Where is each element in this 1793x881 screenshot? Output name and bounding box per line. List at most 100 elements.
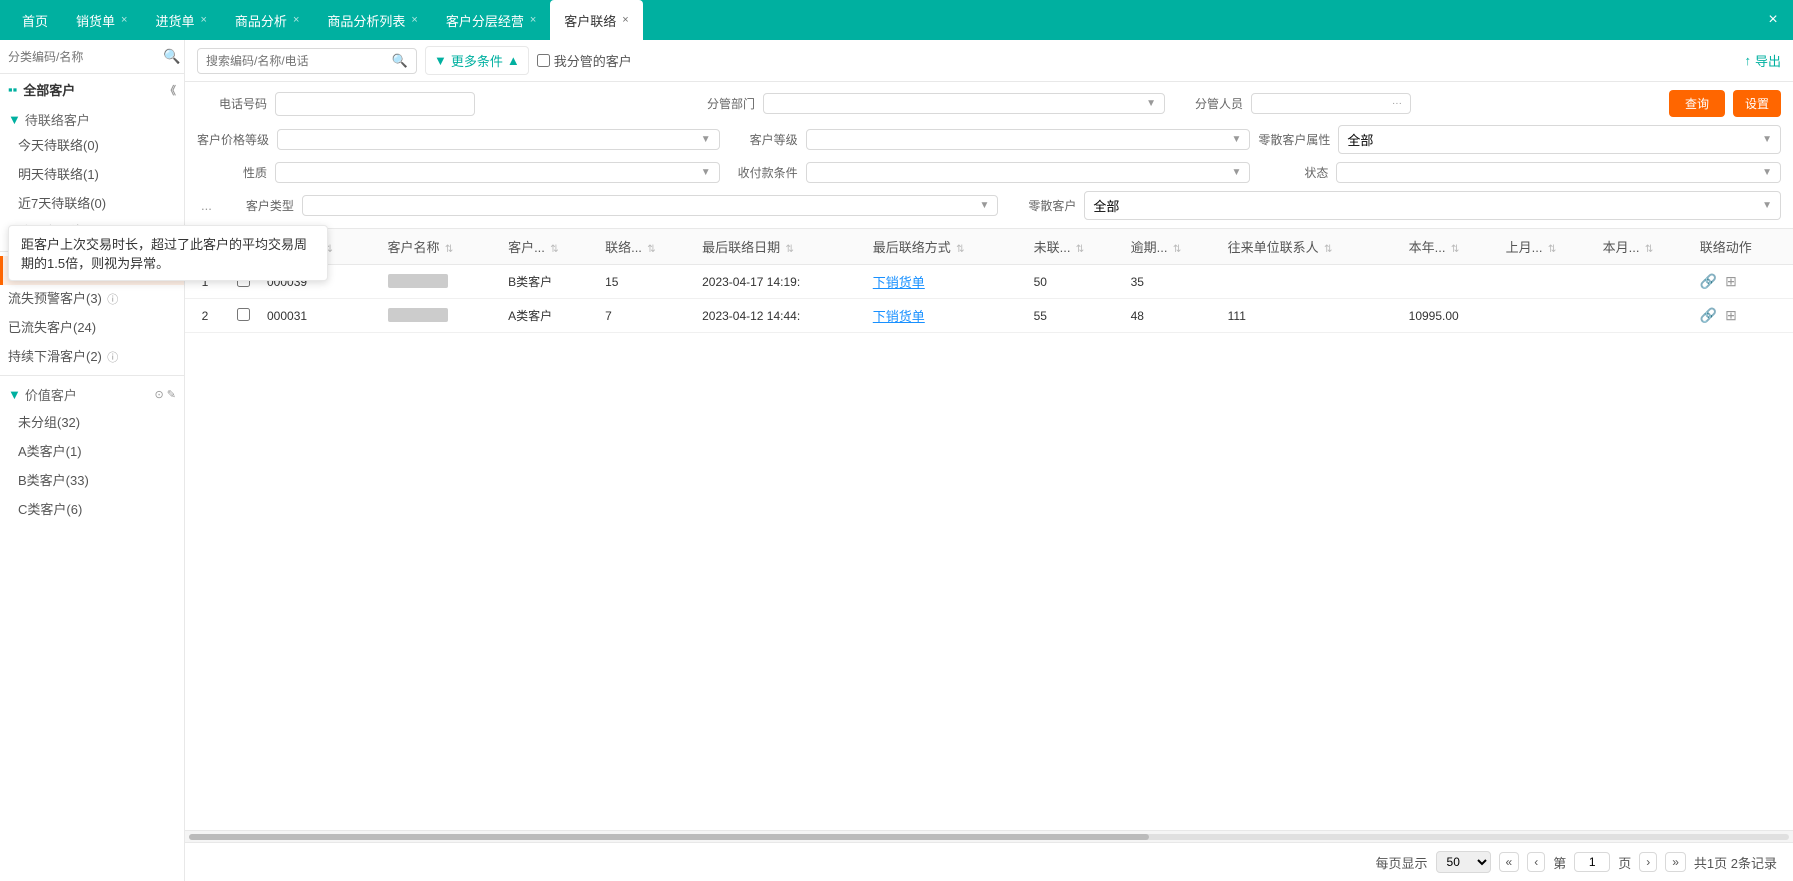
scrollbar-thumb[interactable]	[189, 834, 1149, 840]
status-select[interactable]: ▼	[1336, 162, 1781, 183]
col-header-contacts[interactable]: 联络... ⇅	[599, 229, 696, 265]
sidebar-item-ungrouped[interactable]: 未分组(32)	[0, 409, 184, 438]
more-conditions-button[interactable]: ▼ 更多条件 ▲	[425, 46, 529, 75]
close-tab-purchase[interactable]: ×	[200, 14, 206, 26]
sidebar-item-continuing-down[interactable]: 持续下滑客户(2) ⓘ	[0, 343, 184, 372]
sidebar-search-icon[interactable]: 🔍	[163, 48, 180, 65]
last-page-button[interactable]: »	[1665, 852, 1686, 872]
row-last-method-link[interactable]: 下销货单	[873, 275, 925, 290]
col-header-contact-person[interactable]: 往来单位联系人 ⇅	[1222, 229, 1403, 265]
row-checkbox-cell	[225, 299, 261, 333]
price-level-select[interactable]: ▼	[277, 129, 720, 150]
retail-attr-select[interactable]: 全部 ▼	[1338, 125, 1781, 154]
row-name	[382, 265, 503, 299]
phone-input[interactable]	[275, 92, 475, 116]
col-header-this-year[interactable]: 本年... ⇅	[1403, 229, 1500, 265]
close-tab-customer-contact[interactable]: ×	[622, 14, 628, 26]
branch-dept-select[interactable]: ▼	[763, 93, 1165, 114]
sidebar-item-b-class[interactable]: B类客户(33)	[0, 467, 184, 496]
table-header-row: ⚙ 客户编码 ⇅ 客户名称 ⇅	[185, 229, 1793, 265]
settings-button[interactable]: 设置	[1733, 90, 1781, 117]
row-checkbox[interactable]	[237, 308, 250, 321]
sidebar-item-lost-prediction[interactable]: 流失预警客户(3) ⓘ	[0, 285, 184, 314]
branch-person-select[interactable]: ···	[1251, 93, 1411, 114]
more-filters-dots[interactable]: ...	[201, 198, 212, 213]
sidebar-value-group[interactable]: ▼ 价值客户 ⊙ ✎	[0, 380, 184, 409]
prev-page-button[interactable]: ‹	[1527, 852, 1545, 872]
per-page-select[interactable]: 50 100	[1436, 851, 1491, 873]
nav-tab-home[interactable]: 首页	[8, 0, 62, 40]
col-header-this-month[interactable]: 本月... ⇅	[1597, 229, 1694, 265]
my-customers-checkbox-wrapper[interactable]: 我分管的客户	[537, 51, 632, 70]
row-last-method-link[interactable]: 下销货单	[873, 309, 925, 324]
page-input[interactable]	[1574, 852, 1610, 872]
row-this-year	[1403, 265, 1500, 299]
filter-row-3: 性质 ▼ 收付款条件 ▼ 状态	[197, 162, 1781, 183]
row-actions: 🔗 ⊞	[1694, 265, 1793, 299]
sort-icon-not-contacted: ⇅	[1076, 244, 1084, 255]
sidebar-all-customers[interactable]: ▪▪ 全部客户 《	[0, 74, 184, 105]
row-this-month	[1597, 299, 1694, 333]
search-input[interactable]	[206, 54, 392, 68]
row-this-month	[1597, 265, 1694, 299]
nav-tab-analysis-list[interactable]: 商品分析列表 ×	[313, 0, 431, 40]
action-grid-icon[interactable]: ⊞	[1725, 307, 1737, 324]
col-header-last-month[interactable]: 上月... ⇅	[1500, 229, 1597, 265]
retail-customer-select[interactable]: 全部 ▼	[1084, 191, 1781, 220]
close-tab-sales[interactable]: ×	[121, 14, 127, 26]
col-header-not-contacted[interactable]: 未联... ⇅	[1028, 229, 1125, 265]
nav-tab-analysis[interactable]: 商品分析 ×	[221, 0, 313, 40]
query-button[interactable]: 查询	[1669, 90, 1725, 117]
sidebar-item-7days[interactable]: 近7天待联络(0)	[0, 190, 184, 219]
sidebar-item-today[interactable]: 今天待联络(0)	[0, 132, 184, 161]
col-header-last-method[interactable]: 最后联络方式 ⇅	[867, 229, 1028, 265]
export-button[interactable]: ↑ 导出	[1744, 51, 1781, 70]
customer-type-select[interactable]: ▼	[302, 195, 999, 216]
filter-customer-type-field: 客户类型 ▼	[224, 195, 999, 216]
sidebar-item-already-lost[interactable]: 已流失客户(24)	[0, 314, 184, 343]
sort-icon-overdue: ⇅	[1173, 244, 1181, 255]
close-all-button[interactable]: ×	[1761, 8, 1785, 32]
col-header-name[interactable]: 客户名称 ⇅	[382, 229, 503, 265]
sidebar-item-a-class[interactable]: A类客户(1)	[0, 438, 184, 467]
col-header-category[interactable]: 客户... ⇅	[502, 229, 599, 265]
payment-select[interactable]: ▼	[806, 162, 1251, 183]
action-link-icon[interactable]: 🔗	[1700, 307, 1717, 324]
continuing-down-info-icon[interactable]: ⓘ	[107, 352, 118, 364]
retail-attr-arrow: ▼	[1762, 134, 1772, 145]
my-customers-checkbox[interactable]	[537, 54, 550, 67]
row-last-method: 下销货单	[867, 299, 1028, 333]
gender-select[interactable]: ▼	[275, 162, 720, 183]
row-name-blurred	[388, 274, 448, 288]
row-this-year: 10995.00	[1403, 299, 1500, 333]
sidebar-collapse-icon[interactable]: 《	[165, 82, 176, 98]
filter-retail-customer-field: 零散客户 全部 ▼	[1006, 191, 1781, 220]
sidebar-pending-group[interactable]: ▼ 待联络客户	[0, 105, 184, 132]
action-grid-icon[interactable]: ⊞	[1725, 273, 1737, 290]
customer-type-arrow: ▼	[980, 200, 990, 211]
sidebar-search-input[interactable]	[8, 50, 163, 64]
col-header-last-date[interactable]: 最后联络日期 ⇅	[696, 229, 867, 265]
search-icon[interactable]: 🔍	[392, 53, 408, 69]
close-tab-analysis-list[interactable]: ×	[411, 14, 417, 26]
close-tab-analysis[interactable]: ×	[293, 14, 299, 26]
filter-phone-field: 电话号码	[197, 92, 677, 116]
horizontal-scrollbar[interactable]	[185, 830, 1793, 842]
action-link-icon[interactable]: 🔗	[1700, 273, 1717, 290]
customer-level-select[interactable]: ▼	[806, 129, 1251, 150]
close-tab-customer-mgmt[interactable]: ×	[530, 14, 536, 26]
col-header-action: 联络动作	[1694, 229, 1793, 265]
lost-prediction-info-icon[interactable]: ⓘ	[107, 294, 118, 306]
sidebar-item-c-class[interactable]: C类客户(6)	[0, 496, 184, 525]
first-page-button[interactable]: «	[1499, 852, 1520, 872]
col-header-overdue[interactable]: 逾期... ⇅	[1125, 229, 1222, 265]
nav-tab-sales[interactable]: 销货单 ×	[62, 0, 141, 40]
nav-tab-purchase[interactable]: 进货单 ×	[141, 0, 220, 40]
nav-tab-customer-contact[interactable]: 客户联络 ×	[550, 0, 642, 40]
sort-icon-this-month: ⇅	[1645, 244, 1653, 255]
sidebar-item-tomorrow[interactable]: 明天待联络(1)	[0, 161, 184, 190]
next-page-button[interactable]: ›	[1639, 852, 1657, 872]
filter-status-field: 状态 ▼	[1258, 162, 1781, 183]
value-group-edit-icon[interactable]: ⊙ ✎	[155, 388, 177, 401]
nav-tab-customer-mgmt[interactable]: 客户分层经营 ×	[432, 0, 550, 40]
